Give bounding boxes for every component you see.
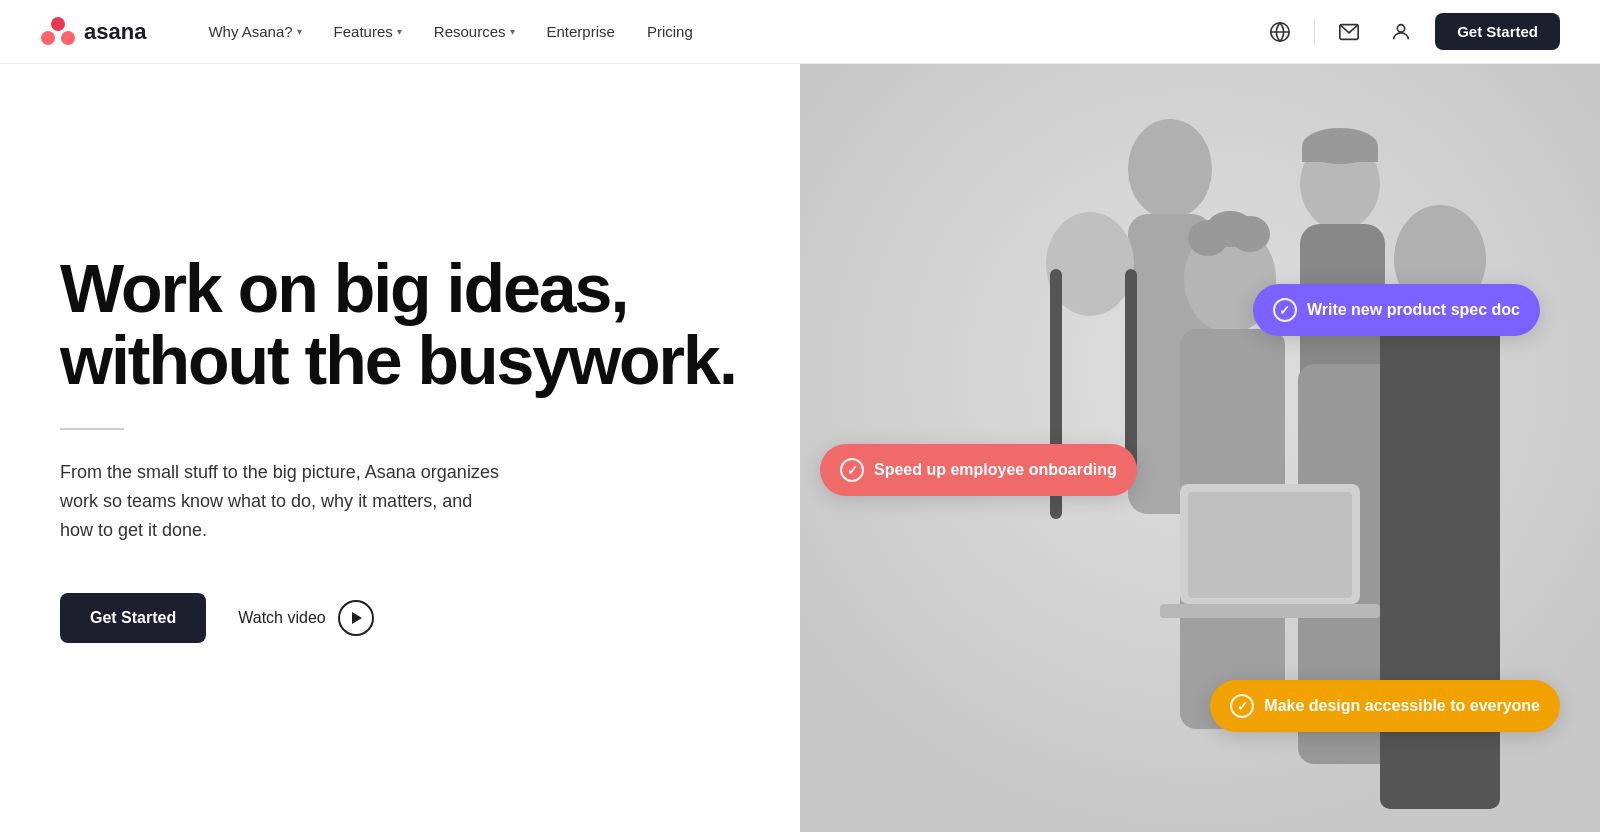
hero-divider [60, 428, 124, 430]
check-icon-orange: ✓ [1230, 694, 1254, 718]
nav-links: Why Asana? ▾ Features ▾ Resources ▾ Ente… [194, 15, 1262, 48]
svg-rect-24 [1380, 309, 1500, 809]
svg-point-2 [61, 31, 75, 45]
asana-logo-icon [40, 14, 76, 50]
mail-button[interactable] [1331, 14, 1367, 50]
svg-point-8 [1128, 119, 1212, 219]
svg-point-21 [1206, 211, 1254, 247]
user-icon [1390, 21, 1412, 43]
hero-right: ✓ Write new product spec doc ✓ Speed up … [800, 64, 1600, 832]
nav-divider [1314, 20, 1315, 44]
navbar: asana Why Asana? ▾ Features ▾ Resources … [0, 0, 1600, 64]
logo[interactable]: asana [40, 14, 146, 50]
nav-pricing[interactable]: Pricing [633, 15, 707, 48]
hero-section: Work on big ideas, without the busywork.… [0, 64, 1600, 832]
brand-name: asana [84, 19, 146, 45]
nav-enterprise[interactable]: Enterprise [533, 15, 629, 48]
svg-rect-26 [1188, 492, 1352, 598]
play-triangle [352, 612, 362, 624]
globe-icon [1269, 21, 1291, 43]
task-badge-orange: ✓ Make design accessible to everyone [1210, 680, 1560, 732]
nav-why-asana[interactable]: Why Asana? ▾ [194, 15, 315, 48]
hero-headline: Work on big ideas, without the busywork. [60, 253, 740, 396]
hero-left: Work on big ideas, without the busywork.… [0, 64, 800, 832]
chevron-down-icon: ▾ [297, 26, 302, 37]
svg-rect-27 [1160, 604, 1380, 618]
svg-rect-16 [1125, 269, 1137, 469]
hero-watch-video-button[interactable]: Watch video [238, 600, 373, 636]
svg-rect-12 [1302, 146, 1378, 162]
hero-body: From the small stuff to the big picture,… [60, 458, 500, 544]
task-badge-red: ✓ Speed up employee onboarding [820, 444, 1137, 496]
chevron-down-icon: ▾ [510, 26, 515, 37]
nav-resources[interactable]: Resources ▾ [420, 15, 529, 48]
check-icon-purple: ✓ [1273, 298, 1297, 322]
task-badge-purple: ✓ Write new product spec doc [1253, 284, 1540, 336]
mail-icon [1338, 21, 1360, 43]
play-icon [338, 600, 374, 636]
nav-features[interactable]: Features ▾ [320, 15, 416, 48]
hero-cta: Get Started Watch video [60, 593, 740, 643]
hero-get-started-button[interactable]: Get Started [60, 593, 206, 643]
user-button[interactable] [1383, 14, 1419, 50]
chevron-down-icon: ▾ [397, 26, 402, 37]
globe-button[interactable] [1262, 14, 1298, 50]
svg-point-0 [51, 17, 65, 31]
svg-point-1 [41, 31, 55, 45]
nav-right: Get Started [1262, 13, 1560, 50]
svg-point-5 [1397, 24, 1404, 31]
nav-get-started-button[interactable]: Get Started [1435, 13, 1560, 50]
check-icon-red: ✓ [840, 458, 864, 482]
